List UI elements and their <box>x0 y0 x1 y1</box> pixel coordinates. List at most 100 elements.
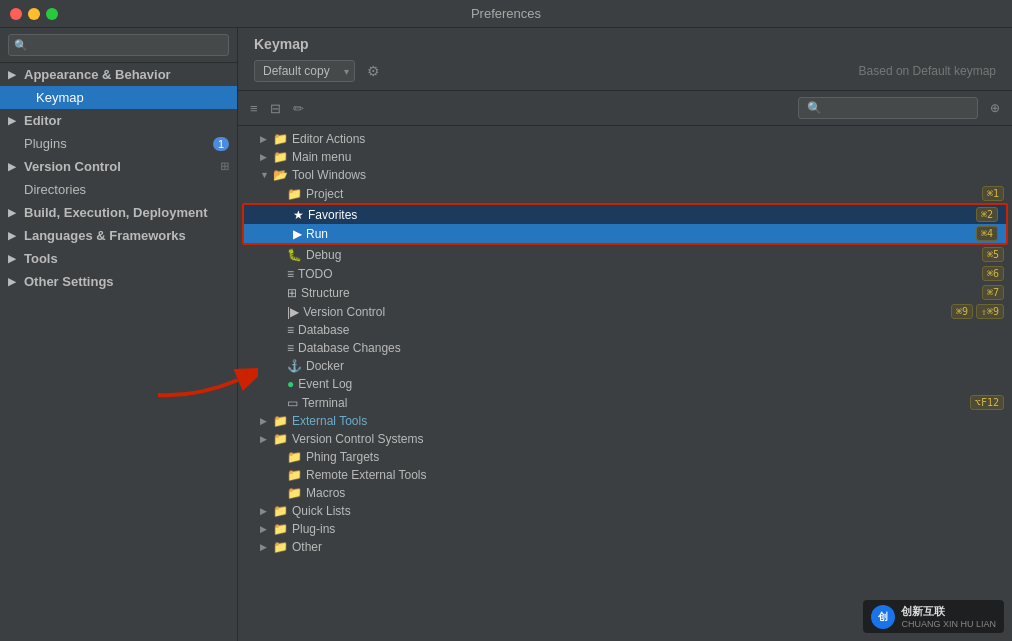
tree-item-main-menu[interactable]: ▶ 📁 Main menu <box>238 148 1012 166</box>
filter-search-input[interactable] <box>798 97 978 119</box>
search-icon: 🔍 <box>14 39 28 52</box>
watermark-text: 创新互联 CHUANG XIN HU LIAN <box>901 604 996 629</box>
window-controls <box>10 8 58 20</box>
tree-item-editor-actions[interactable]: ▶ 📁 Editor Actions <box>238 130 1012 148</box>
tree-item-label: TODO <box>298 267 332 281</box>
shortcut-key: ⌘9 <box>951 304 973 319</box>
tree-item-favorites[interactable]: ★ Favorites ⌘2 <box>244 205 1006 224</box>
tree-item-todo[interactable]: ≡ TODO ⌘6 <box>238 264 1012 283</box>
chevron-right-icon: ▶ <box>8 115 20 126</box>
sidebar-item-vcs[interactable]: ▶ Version Control ⊞ <box>0 155 237 178</box>
tree-item-terminal[interactable]: ▭ Terminal ⌥F12 <box>238 393 1012 412</box>
sidebar-search-input[interactable] <box>8 34 229 56</box>
folder-icon: 📁 <box>273 150 288 164</box>
sidebar-item-label: Tools <box>24 251 58 266</box>
sidebar-item-other-settings[interactable]: ▶ Other Settings <box>0 270 237 293</box>
sidebar-item-tools[interactable]: ▶ Tools <box>0 247 237 270</box>
folder-icon: 📁 <box>273 540 288 554</box>
sidebar-items: ▶ Appearance & Behavior Keymap ▶ Editor … <box>0 63 237 641</box>
shortcut-key: ⌘2 <box>976 207 998 222</box>
tree-item-docker[interactable]: ⚓ Docker <box>238 357 1012 375</box>
tree-item-tool-windows[interactable]: ▼ 📂 Tool Windows <box>238 166 1012 184</box>
sidebar-item-editor[interactable]: ▶ Editor <box>0 109 237 132</box>
tree-item-label: External Tools <box>292 414 367 428</box>
shortcut-key: ⌘6 <box>982 266 1004 281</box>
keymap-toolbar: Default copy ▾ ⚙ Based on Default keymap <box>254 60 996 82</box>
content-header: Keymap Default copy ▾ ⚙ Based on Default… <box>238 28 1012 91</box>
tree-item-version-control[interactable]: |▶ Version Control ⌘9 ⇧⌘9 <box>238 302 1012 321</box>
sidebar-item-label: Languages & Frameworks <box>24 228 186 243</box>
find-action-button[interactable]: ⊕ <box>986 99 1004 117</box>
vcs-icon: ⊞ <box>220 160 229 173</box>
tree-item-macros[interactable]: 📁 Macros <box>238 484 1012 502</box>
tree-item-remote-external-tools[interactable]: 📁 Remote External Tools <box>238 466 1012 484</box>
sidebar-item-build[interactable]: ▶ Build, Execution, Deployment <box>0 201 237 224</box>
shortcut-key: ⌘1 <box>982 186 1004 201</box>
filter-toolbar: ≡ ⊟ ✏ ⊕ <box>238 91 1012 126</box>
tree-item-label: Phing Targets <box>306 450 379 464</box>
tree-item-plug-ins[interactable]: ▶ 📁 Plug-ins <box>238 520 1012 538</box>
chevron-right-icon: ▶ <box>8 230 20 241</box>
tree-item-event-log[interactable]: ● Event Log <box>238 375 1012 393</box>
sidebar-item-label: Version Control <box>24 159 121 174</box>
sidebar-item-languages[interactable]: ▶ Languages & Frameworks <box>0 224 237 247</box>
tree-item-external-tools[interactable]: ▶ 📁 External Tools <box>238 412 1012 430</box>
tree-item-other[interactable]: ▶ 📁 Other <box>238 538 1012 556</box>
database-changes-icon: ≡ <box>287 341 294 355</box>
tree-item-label: Plug-ins <box>292 522 335 536</box>
terminal-icon: ▭ <box>287 396 298 410</box>
close-button[interactable] <box>10 8 22 20</box>
tree-item-run[interactable]: ▶ Run ⌘4 <box>244 224 1006 243</box>
gear-button[interactable]: ⚙ <box>363 61 384 81</box>
tree-item-label: Event Log <box>298 377 352 391</box>
tree-item-label: Main menu <box>292 150 351 164</box>
watermark: 创 创新互联 CHUANG XIN HU LIAN <box>863 600 1004 633</box>
tree-item-phing-targets[interactable]: 📁 Phing Targets <box>238 448 1012 466</box>
tree-item-structure[interactable]: ⊞ Structure ⌘7 <box>238 283 1012 302</box>
folder-icon: 📁 <box>273 432 288 446</box>
search-wrap <box>798 97 978 119</box>
shortcut-area: ⌘4 <box>976 226 998 241</box>
sidebar-search-area: 🔍 <box>0 28 237 63</box>
database-icon: ≡ <box>287 323 294 337</box>
shortcut-key2: ⇧⌘9 <box>976 304 1004 319</box>
sidebar-item-plugins[interactable]: Plugins 1 <box>0 132 237 155</box>
tree-item-vcs-systems[interactable]: ▶ 📁 Version Control Systems <box>238 430 1012 448</box>
filter-align-left-button[interactable]: ≡ <box>246 99 262 118</box>
tree-item-label: Tool Windows <box>292 168 366 182</box>
title-bar: Preferences <box>0 0 1012 28</box>
tree-item-quick-lists[interactable]: ▶ 📁 Quick Lists <box>238 502 1012 520</box>
plugins-badge: 1 <box>213 137 229 151</box>
tree-item-label: Other <box>292 540 322 554</box>
tree-item-debug[interactable]: 🐛 Debug ⌘5 <box>238 245 1012 264</box>
minimize-button[interactable] <box>28 8 40 20</box>
sidebar-item-keymap[interactable]: Keymap <box>0 86 237 109</box>
tree-item-project[interactable]: 📁 Project ⌘1 <box>238 184 1012 203</box>
folder-icon: 📁 <box>273 522 288 536</box>
tree-item-label: Version Control Systems <box>292 432 423 446</box>
sidebar-item-directories[interactable]: Directories <box>0 178 237 201</box>
sidebar-item-label: Other Settings <box>24 274 114 289</box>
based-on-label: Based on Default keymap <box>859 64 996 78</box>
tree-item-database[interactable]: ≡ Database <box>238 321 1012 339</box>
sidebar-item-label: Build, Execution, Deployment <box>24 205 207 220</box>
docker-icon: ⚓ <box>287 359 302 373</box>
folder-icon: 📁 <box>287 450 302 464</box>
keymap-dropdown[interactable]: Default copy <box>254 60 355 82</box>
tree-item-label: Editor Actions <box>292 132 365 146</box>
chevron-right-icon: ▶ <box>8 161 20 172</box>
tree-item-label: Database Changes <box>298 341 401 355</box>
shortcut-key: ⌘4 <box>976 226 998 241</box>
chevron-right-icon: ▶ <box>260 152 270 162</box>
filter-edit-button[interactable]: ✏ <box>289 99 308 118</box>
sidebar: 🔍 ▶ Appearance & Behavior Keymap ▶ Edito… <box>0 28 238 641</box>
chevron-right-icon: ▶ <box>260 434 270 444</box>
tree-item-database-changes[interactable]: ≡ Database Changes <box>238 339 1012 357</box>
filter-align-center-button[interactable]: ⊟ <box>266 99 285 118</box>
chevron-down-icon: ▼ <box>260 170 270 180</box>
shortcut-area: ⌘9 ⇧⌘9 <box>951 304 1004 319</box>
tree-item-label: Debug <box>306 248 341 262</box>
tree-item-label: Docker <box>306 359 344 373</box>
sidebar-item-appearance[interactable]: ▶ Appearance & Behavior <box>0 63 237 86</box>
maximize-button[interactable] <box>46 8 58 20</box>
